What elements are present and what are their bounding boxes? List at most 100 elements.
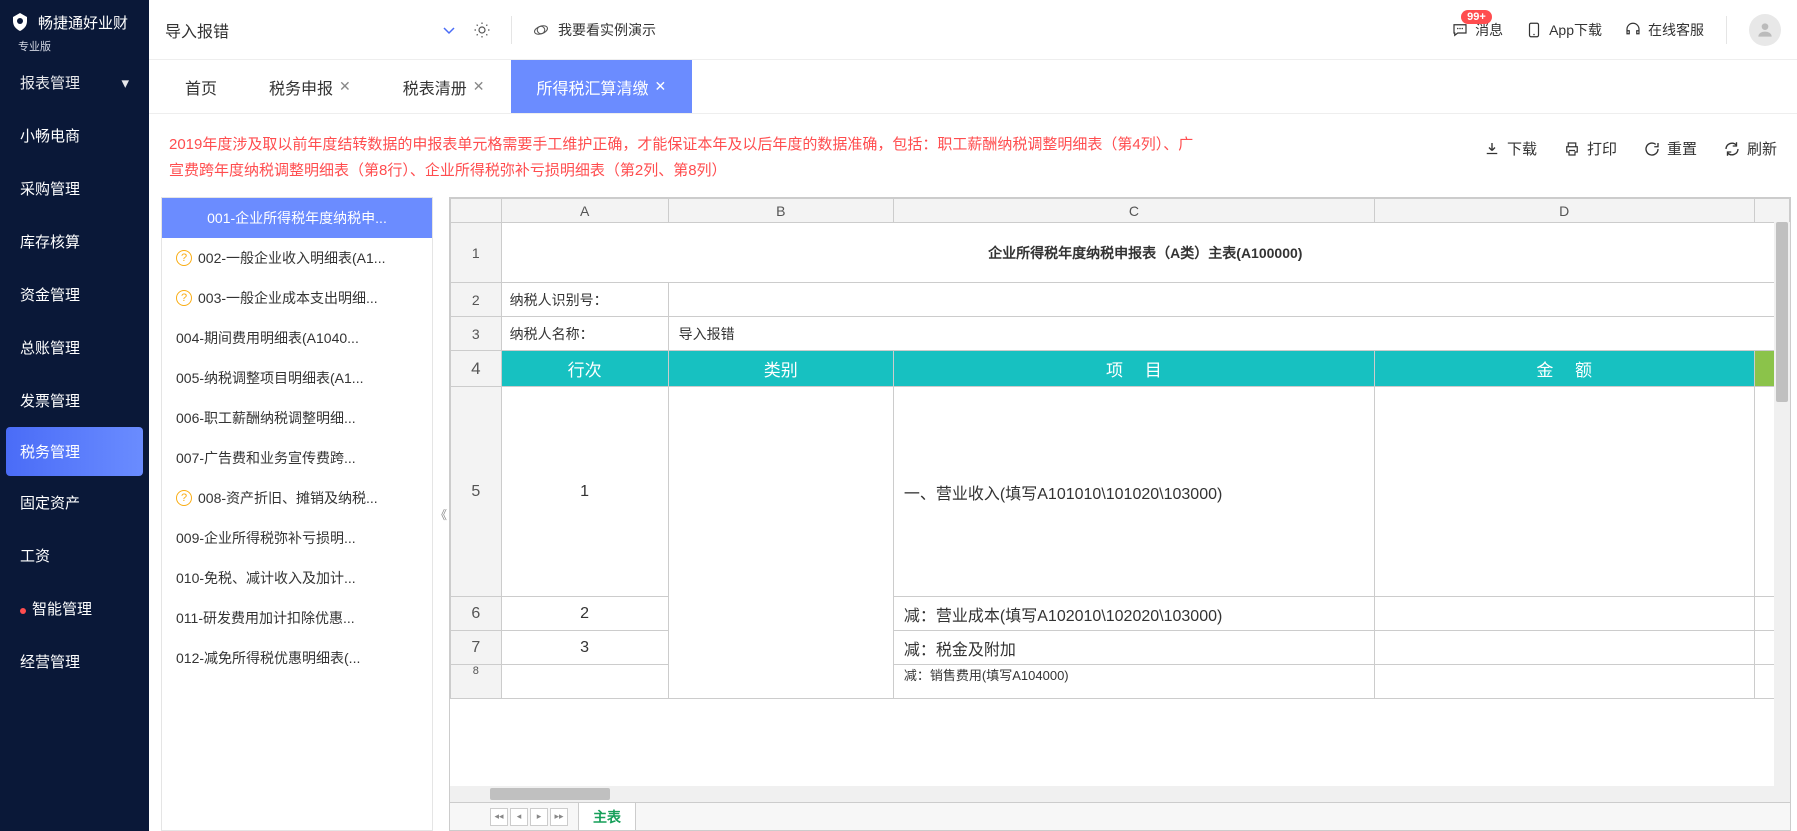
form-list-item[interactable]: 004-期间费用明细表(A1040... [162,318,432,358]
form-list-item[interactable]: 005-纳税调整项目明细表(A1... [162,358,432,398]
row-header[interactable]: 2 [451,283,502,317]
nav-item[interactable]: 库存核算 [0,215,149,268]
download-button[interactable]: 下载 [1483,138,1537,159]
tab[interactable]: 税务申报✕ [243,60,377,113]
close-icon[interactable]: ✕ [655,78,667,95]
row-header[interactable]: 8 [451,665,502,699]
sheet-tab[interactable]: 主表 [578,802,636,831]
form-list-item[interactable]: ?002-一般企业收入明细表(A1... [162,238,432,278]
nav-item[interactable]: 工资 [0,529,149,582]
cell-amount[interactable] [1374,387,1754,597]
tab[interactable]: 首页 [159,60,243,113]
nav-item-truncated[interactable]: 报表管理 ▾ [0,62,149,109]
cell-amount[interactable] [1374,631,1754,665]
col-header[interactable] [1754,199,1789,223]
cell-rownum[interactable]: 2 [501,597,668,631]
cell-rownum[interactable]: 3 [501,631,668,665]
avatar[interactable] [1749,14,1781,46]
sheet-nav-next[interactable]: ▸ [530,808,548,826]
col-header[interactable]: A [501,199,668,223]
form-list-label: 011-研发费用加计扣除优惠... [176,608,355,628]
header-amount[interactable]: 金 额 [1374,351,1754,387]
sheet-nav-first[interactable]: ◂◂ [490,808,508,826]
form-list-item[interactable]: ? 003-一般企业成本支出明细... [162,278,432,318]
nav-item[interactable]: 经营管理 [0,635,149,688]
nav-item[interactable]: 采购管理 [0,162,149,215]
messages-button[interactable]: 99+ 消息 [1451,20,1503,40]
nav-item[interactable]: 发票管理 [0,374,149,427]
sheet-title[interactable]: 企业所得税年度纳税申报表（A类）主表(A100000) [501,223,1789,283]
divider [1726,16,1727,44]
header-rownum[interactable]: 行次 [501,351,668,387]
nav-item[interactable]: 税务管理 [6,427,143,476]
row-header[interactable]: 3 [451,317,502,351]
taxpayer-name-value[interactable]: 导入报错 [668,317,1789,351]
cell-project[interactable]: 减：营业成本(填写A102010\102020\103000) [893,597,1374,631]
collapse-handle[interactable]: 《 [433,197,449,831]
form-list-item[interactable]: 010-免税、减计收入及加计... [162,558,432,598]
reset-icon [1643,140,1661,158]
form-list-item[interactable]: 001-企业所得税年度纳税申... [162,198,432,238]
form-list-item[interactable]: ?008-资产折旧、摊销及纳税... [162,478,432,518]
sheet-corner[interactable] [451,199,502,223]
horizontal-scrollbar[interactable] [450,786,1790,802]
header-project[interactable]: 项 目 [893,351,1374,387]
cell-rownum[interactable] [501,665,668,699]
vertical-scrollbar[interactable] [1774,222,1790,786]
header-category[interactable]: 类别 [668,351,893,387]
row-header[interactable]: 7 [451,631,502,665]
form-list-item[interactable]: 006-职工薪酬纳税调整明细... [162,398,432,438]
support-button[interactable]: 在线客服 [1624,20,1704,40]
sheet-nav-last[interactable]: ▸▸ [550,808,568,826]
row-header[interactable]: 5 [451,387,502,597]
col-header[interactable]: C [893,199,1374,223]
form-list-item[interactable]: 012-减免所得税优惠明细表(... [162,638,432,678]
close-icon[interactable]: ✕ [473,78,485,95]
cell-project[interactable]: 一、营业收入(填写A101010\101020\103000) [893,387,1374,597]
col-header[interactable]: D [1374,199,1754,223]
cell-amount[interactable] [1374,597,1754,631]
row-header[interactable]: 1 [451,223,502,283]
cell-amount[interactable] [1374,665,1754,699]
spreadsheet: A B C D 1 企业所得税年度纳税申报表（A类）主表(A100000) 2 [449,197,1791,831]
sheet-nav[interactable]: ◂◂ ◂ ▸ ▸▸ [490,808,568,826]
demo-link[interactable]: 我要看实例演示 [532,20,656,40]
row-header[interactable]: 4 [451,351,502,387]
nav-item[interactable]: 固定资产 [0,476,149,529]
nav-item-label: 经营管理 [20,651,80,672]
taxpayer-name-label[interactable]: 纳税人名称： [501,317,668,351]
nav-item[interactable]: 小畅电商 [0,109,149,162]
cell-rownum[interactable]: 1 [501,387,668,597]
close-icon[interactable]: ✕ [339,78,351,95]
cell-category[interactable] [668,387,893,699]
sheet-nav-prev[interactable]: ◂ [510,808,528,826]
planet-icon [532,21,550,39]
tab[interactable]: 税表清册✕ [377,60,511,113]
taxpayer-id-label[interactable]: 纳税人识别号： [501,283,668,317]
cell-project[interactable]: 减：销售费用(填写A104000) [893,665,1374,699]
download-icon [1483,140,1501,158]
breadcrumb-dropdown[interactable] [439,20,459,40]
col-header[interactable]: B [668,199,893,223]
form-list-item[interactable]: 009-企业所得税弥补亏损明... [162,518,432,558]
gear-icon[interactable] [473,21,491,39]
nav-item[interactable]: 资金管理 [0,268,149,321]
form-list-item[interactable]: 007-广告费和业务宣传费跨... [162,438,432,478]
refresh-button[interactable]: 刷新 [1723,138,1777,159]
form-list-label: 004-期间费用明细表(A1040... [176,328,359,348]
print-button[interactable]: 打印 [1563,138,1617,159]
brand-icon [8,10,32,34]
reset-button[interactable]: 重置 [1643,138,1697,159]
nav-item[interactable]: 智能管理 [0,582,149,635]
refresh-icon [1723,140,1741,158]
cell-project[interactable]: 减：税金及附加 [893,631,1374,665]
row-header[interactable]: 6 [451,597,502,631]
taxpayer-id-value[interactable] [668,283,1789,317]
form-list-item[interactable]: 011-研发费用加计扣除优惠... [162,598,432,638]
form-list-label: 003-一般企业成本支出明细... [198,288,378,308]
app-download-button[interactable]: App下载 [1525,20,1602,40]
nav-item-label: 库存核算 [20,231,80,252]
tab[interactable]: 所得税汇算清缴✕ [511,60,693,113]
help-icon: ? [176,290,192,306]
nav-item[interactable]: 总账管理 [0,321,149,374]
